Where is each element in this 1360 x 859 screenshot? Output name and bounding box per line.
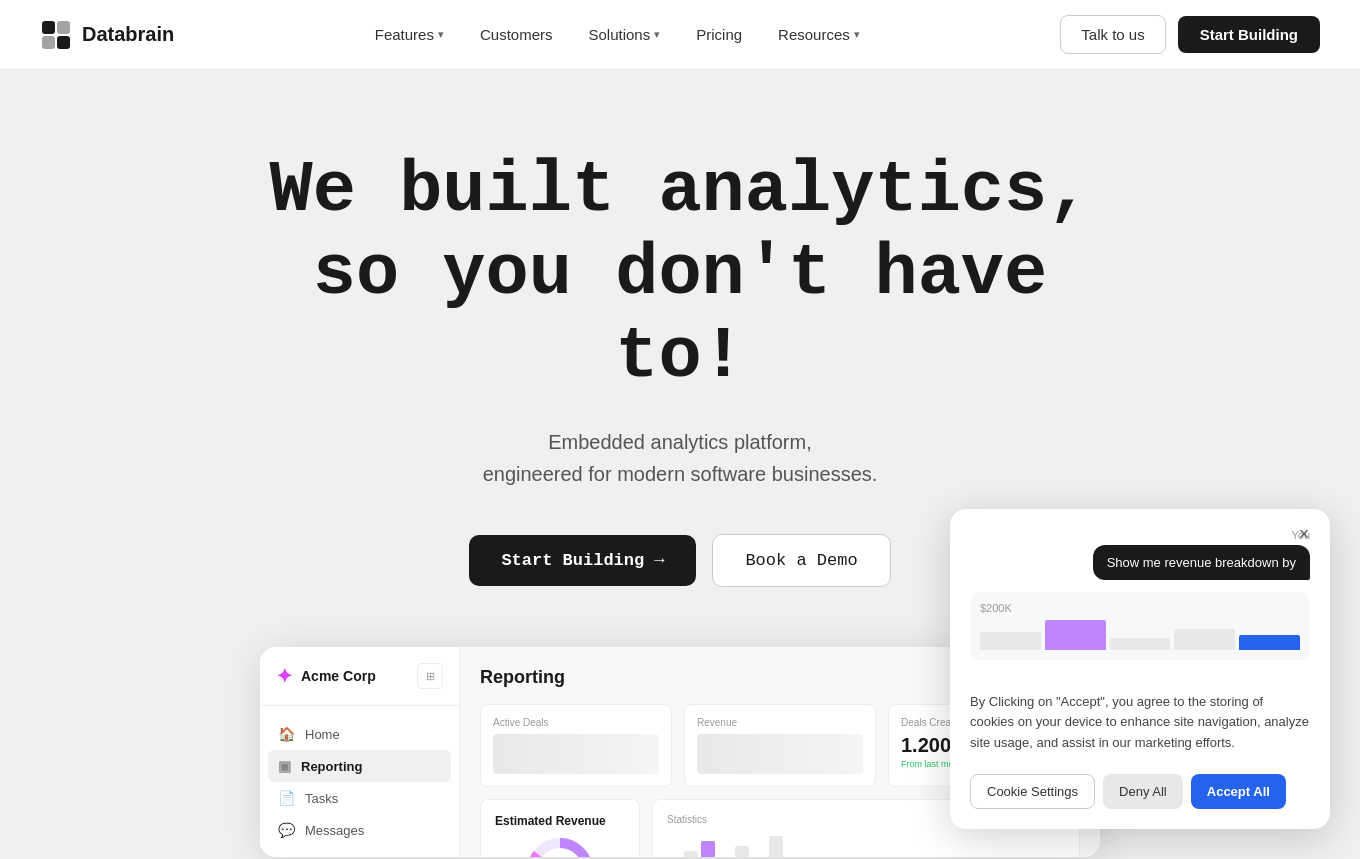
deny-all-button[interactable]: Deny All [1103, 774, 1183, 809]
chevron-down-icon: ▾ [438, 28, 444, 41]
sidebar-expand-button[interactable]: ⊞ [417, 663, 443, 689]
messages-icon: 💬 [278, 822, 295, 838]
navbar: Databrain Features ▾ Customers Solutions… [0, 0, 1360, 70]
active-deals-label: Active Deals [493, 717, 659, 728]
chevron-down-icon: ▾ [854, 28, 860, 41]
sidebar-nav: 🏠 Home ▣ Reporting 📄 Tasks 💬 Messages [260, 706, 459, 846]
donut-svg [525, 836, 595, 857]
start-building-nav-button[interactable]: Start Building [1178, 16, 1320, 53]
start-building-hero-button[interactable]: Start Building → [469, 535, 696, 586]
svg-rect-2 [42, 36, 55, 49]
cookie-settings-button[interactable]: Cookie Settings [970, 774, 1095, 809]
brand-star-icon: ✦ [276, 664, 293, 688]
nav-pricing[interactable]: Pricing [682, 18, 756, 51]
home-icon: 🏠 [278, 726, 295, 742]
logo-text: Databrain [82, 23, 174, 46]
app-sidebar: ✦ Acme Corp ⊞ 🏠 Home ▣ Reporting 📄 Tasks [260, 647, 460, 857]
revenue-card: Revenue [684, 704, 876, 787]
nav-actions: Talk to us Start Building [1060, 15, 1320, 54]
cookie-consent-actions: Cookie Settings Deny All Accept All [950, 774, 1330, 829]
close-button[interactable]: × [1290, 521, 1318, 549]
revenue-label: Revenue [697, 717, 863, 728]
chat-mini-bars [980, 620, 1300, 650]
sidebar-item-tasks[interactable]: 📄 Tasks [268, 782, 451, 814]
nav-customers[interactable]: Customers [466, 18, 567, 51]
book-demo-button[interactable]: Book a Demo [712, 534, 890, 587]
svg-rect-0 [42, 21, 55, 34]
logo-link[interactable]: Databrain [40, 19, 174, 51]
chevron-down-icon: ▾ [654, 28, 660, 41]
hero-title: We built analytics, so you don't have to… [230, 150, 1130, 398]
estimated-revenue-card: Estimated Revenue [480, 799, 640, 857]
nav-resources[interactable]: Resources ▾ [764, 18, 874, 51]
cookie-consent-text: By Clicking on "Accept", you agree to th… [950, 672, 1330, 774]
you-label: You [1093, 529, 1310, 541]
sidebar-brand: ✦ Acme Corp [276, 664, 376, 688]
chat-body: You Show me revenue breakdown by $200K [950, 509, 1330, 660]
chat-bubble: Show me revenue breakdown by [1093, 545, 1310, 580]
nav-features[interactable]: Features ▾ [361, 18, 458, 51]
talk-to-us-button[interactable]: Talk to us [1060, 15, 1165, 54]
bar-chart [667, 831, 1065, 857]
hero-buttons: Start Building → Book a Demo [469, 534, 890, 587]
nav-links: Features ▾ Customers Solutions ▾ Pricing… [361, 18, 874, 51]
chat-chart-label: $200K [980, 602, 1300, 614]
sidebar-item-messages[interactable]: 💬 Messages [268, 814, 451, 846]
sidebar-header: ✦ Acme Corp ⊞ [260, 663, 459, 706]
reporting-icon: ▣ [278, 758, 291, 774]
active-deals-card: Active Deals [480, 704, 672, 787]
chat-overlay: × You Show me revenue breakdown by $200K… [950, 509, 1330, 829]
svg-rect-1 [57, 21, 70, 34]
donut-chart [495, 836, 625, 857]
estimated-revenue-title: Estimated Revenue [495, 814, 625, 828]
logo-icon [40, 19, 72, 51]
tasks-icon: 📄 [278, 790, 295, 806]
sidebar-item-reporting[interactable]: ▣ Reporting [268, 750, 451, 782]
svg-rect-3 [57, 36, 70, 49]
accept-all-button[interactable]: Accept All [1191, 774, 1286, 809]
arrow-right-icon: → [654, 551, 664, 570]
hero-subtitle: Embedded analytics platform, engineered … [483, 426, 878, 490]
nav-solutions[interactable]: Solutions ▾ [575, 18, 675, 51]
chat-chart-preview: $200K [970, 592, 1310, 660]
chat-message-you: You Show me revenue breakdown by [970, 529, 1310, 580]
sidebar-item-home[interactable]: 🏠 Home [268, 718, 451, 750]
